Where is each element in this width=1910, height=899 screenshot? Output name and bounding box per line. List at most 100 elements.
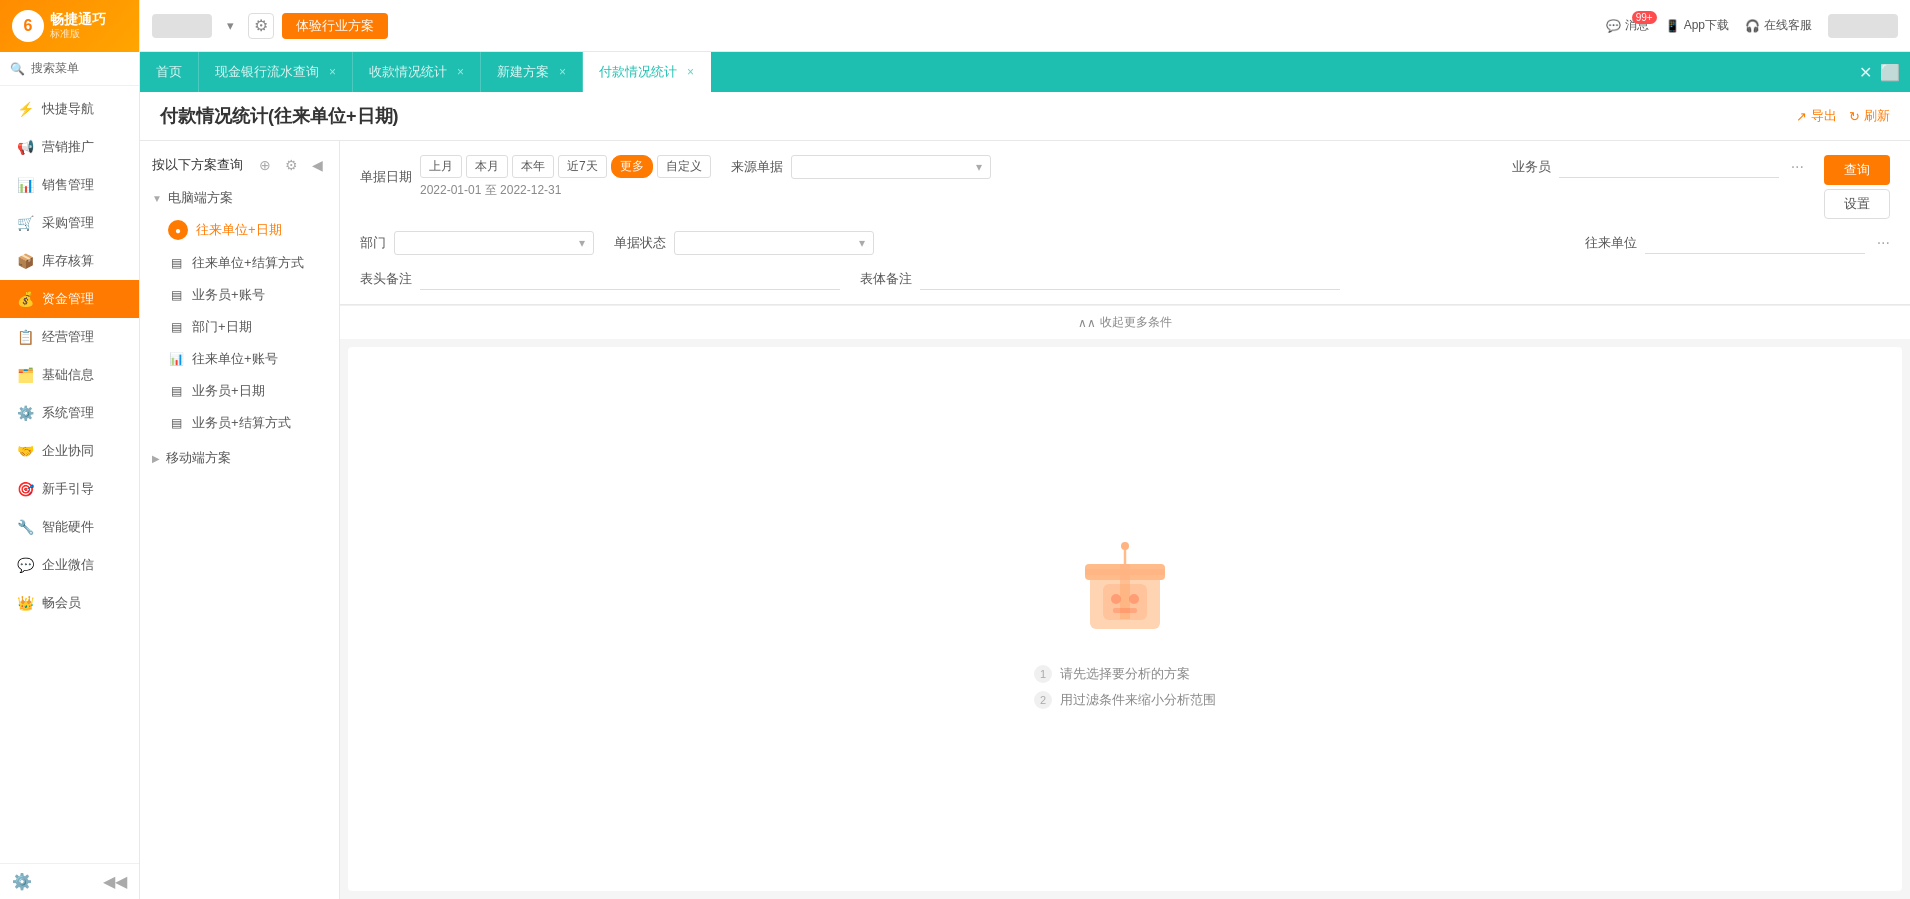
sidebar-item-basic[interactable]: 🗂️ 基础信息: [0, 356, 139, 394]
service-action[interactable]: 🎧 在线客服: [1745, 17, 1812, 34]
docstatus-select-arrow: ▾: [859, 236, 865, 250]
svg-rect-4: [1103, 584, 1147, 620]
tab-payment-stat-close[interactable]: ×: [457, 65, 464, 79]
panel-item-partner-date[interactable]: ● 往来单位+日期: [140, 213, 339, 247]
manage-plan-icon[interactable]: ⚙: [281, 155, 301, 175]
sidebar-item-operations[interactable]: 📋 经营管理: [0, 318, 139, 356]
window-expand-icon[interactable]: ⬜: [1880, 63, 1900, 82]
sidebar-item-enterprise[interactable]: 🤝 企业协同: [0, 432, 139, 470]
date-btn-this-year[interactable]: 本年: [512, 155, 554, 178]
sidebar-item-quick-nav[interactable]: ⚡ 快捷导航: [0, 90, 139, 128]
source-label: 来源单据: [731, 158, 783, 176]
sidebar-item-finance[interactable]: 💰 资金管理: [0, 280, 139, 318]
tab-home[interactable]: 首页: [140, 52, 199, 92]
sidebar-item-inventory[interactable]: 📦 库存核算: [0, 242, 139, 280]
refresh-icon: ↻: [1849, 109, 1860, 124]
sidebar-item-marketing[interactable]: 📢 营销推广: [0, 128, 139, 166]
header-note-input[interactable]: [420, 267, 840, 290]
collapse-icon[interactable]: ◀◀: [103, 872, 127, 891]
export-btn[interactable]: ↗ 导出: [1796, 107, 1837, 125]
section-arrow-icon: ▶: [152, 453, 160, 464]
body-note-input[interactable]: [920, 267, 1340, 290]
panel-item-partner-account[interactable]: 📊 往来单位+账号: [140, 343, 339, 375]
tab-pay-stat[interactable]: 付款情况统计 ×: [583, 52, 711, 92]
partner-dots[interactable]: ···: [1877, 234, 1890, 252]
collapse-bar[interactable]: ∧∧ 收起更多条件: [340, 305, 1910, 339]
app-icon: 📱: [1665, 19, 1680, 33]
sidebar-item-system[interactable]: ⚙️ 系统管理: [0, 394, 139, 432]
panel-header-actions: ⊕ ⚙ ◀: [255, 155, 327, 175]
message-icon: 💬: [1606, 19, 1621, 33]
logo-text: 畅捷通巧: [50, 11, 106, 28]
tab-new-plan[interactable]: 新建方案 ×: [481, 52, 583, 92]
header-note-label: 表头备注: [360, 270, 412, 288]
settings-gear-icon[interactable]: ⚙: [248, 13, 274, 39]
date-btn-7days[interactable]: 近7天: [558, 155, 607, 178]
chevron-up-icon: ∧∧: [1078, 316, 1096, 330]
dept-select[interactable]: ▾: [394, 231, 594, 255]
date-btn-custom[interactable]: 自定义: [657, 155, 711, 178]
sidebar-item-hardware[interactable]: 🔧 智能硬件: [0, 508, 139, 546]
date-btn-last-month[interactable]: 上月: [420, 155, 462, 178]
partner-input[interactable]: [1645, 231, 1865, 254]
message-action[interactable]: 💬 消息 99+: [1606, 17, 1649, 34]
date-btn-more[interactable]: 更多: [611, 155, 653, 178]
sidebar-item-weixin[interactable]: 💬 企业微信: [0, 546, 139, 584]
sidebar-logo: 6 畅捷通巧 标准版: [0, 0, 139, 52]
panel-item-label: 业务员+账号: [192, 286, 265, 304]
panel-item-staff-settle[interactable]: ▤ 业务员+结算方式: [140, 407, 339, 439]
tab-new-plan-close[interactable]: ×: [559, 65, 566, 79]
panel-section-pc-header[interactable]: ▼ 电脑端方案: [140, 183, 339, 213]
staff-dots[interactable]: ···: [1791, 158, 1804, 176]
svg-point-6: [1129, 594, 1139, 604]
tab-bank-flow[interactable]: 现金银行流水查询 ×: [199, 52, 353, 92]
panel-item-partner-settle[interactable]: ▤ 往来单位+结算方式: [140, 247, 339, 279]
panel-item-staff-date[interactable]: ▤ 业务员+日期: [140, 375, 339, 407]
sidebar-item-sales[interactable]: 📊 销售管理: [0, 166, 139, 204]
date-btn-this-month[interactable]: 本月: [466, 155, 508, 178]
filter-action-btns: 查询 设置: [1824, 155, 1890, 219]
sidebar-item-purchase[interactable]: 🛒 采购管理: [0, 204, 139, 242]
sidebar-item-label: 基础信息: [42, 366, 94, 384]
filter-date-item: 单据日期 上月 本月 本年 近7天 更多 自定义: [360, 155, 711, 199]
add-plan-icon[interactable]: ⊕: [255, 155, 275, 175]
source-select[interactable]: ▾: [791, 155, 991, 179]
main-area: ▾ ⚙ 体验行业方案 💬 消息 99+ 📱 App下载 🎧 在线客服 首页: [140, 0, 1910, 899]
tab-payment-stat-label: 收款情况统计: [369, 63, 447, 81]
enterprise-icon: 🤝: [16, 442, 34, 460]
settings-icon[interactable]: ⚙️: [12, 872, 32, 891]
sidebar-item-member[interactable]: 👑 畅会员: [0, 584, 139, 622]
hardware-icon: 🔧: [16, 518, 34, 536]
panel-item-staff-account[interactable]: ▤ 业务员+账号: [140, 279, 339, 311]
panel-section-mobile-header[interactable]: ▶ 移动端方案: [140, 443, 339, 473]
topbar: ▾ ⚙ 体验行业方案 💬 消息 99+ 📱 App下载 🎧 在线客服: [140, 0, 1910, 52]
query-btn[interactable]: 查询: [1824, 155, 1890, 185]
tab-bank-flow-close[interactable]: ×: [329, 65, 336, 79]
sidebar-item-guide[interactable]: 🎯 新手引导: [0, 470, 139, 508]
tab-pay-stat-label: 付款情况统计: [599, 63, 677, 81]
active-indicator: ●: [168, 220, 188, 240]
empty-tip-1: 1 请先选择要分析的方案: [1034, 665, 1216, 683]
marketing-icon: 📢: [16, 138, 34, 156]
refresh-btn[interactable]: ↻ 刷新: [1849, 107, 1890, 125]
trial-btn[interactable]: 体验行业方案: [282, 13, 388, 39]
docstatus-label: 单据状态: [614, 234, 666, 252]
filter-dept-item: 部门 ▾: [360, 231, 594, 255]
app-download-action[interactable]: 📱 App下载: [1665, 17, 1729, 34]
collapse-panel-icon[interactable]: ◀: [307, 155, 327, 175]
window-close-icon[interactable]: ✕: [1859, 63, 1872, 82]
sidebar-nav: ⚡ 快捷导航 📢 营销推广 📊 销售管理 🛒 采购管理 📦 库存核算 💰 资金管…: [0, 86, 139, 863]
sidebar-search[interactable]: 🔍 搜索菜单: [0, 52, 139, 86]
table-icon: ▤: [168, 255, 184, 271]
tab-payment-stat[interactable]: 收款情况统计 ×: [353, 52, 481, 92]
docstatus-select[interactable]: ▾: [674, 231, 874, 255]
section-label: 移动端方案: [166, 449, 231, 467]
setting-btn[interactable]: 设置: [1824, 189, 1890, 219]
panel-item-dept-date[interactable]: ▤ 部门+日期: [140, 311, 339, 343]
tip-text-1: 请先选择要分析的方案: [1060, 665, 1190, 683]
tab-pay-stat-close[interactable]: ×: [687, 65, 694, 79]
body-wrap: 按以下方案查询 ⊕ ⚙ ◀ ▼ 电脑端方案 ● 往来单位+日期: [140, 141, 1910, 899]
company-dropdown-icon[interactable]: ▾: [220, 16, 240, 36]
staff-input[interactable]: [1559, 155, 1779, 178]
inventory-icon: 📦: [16, 252, 34, 270]
